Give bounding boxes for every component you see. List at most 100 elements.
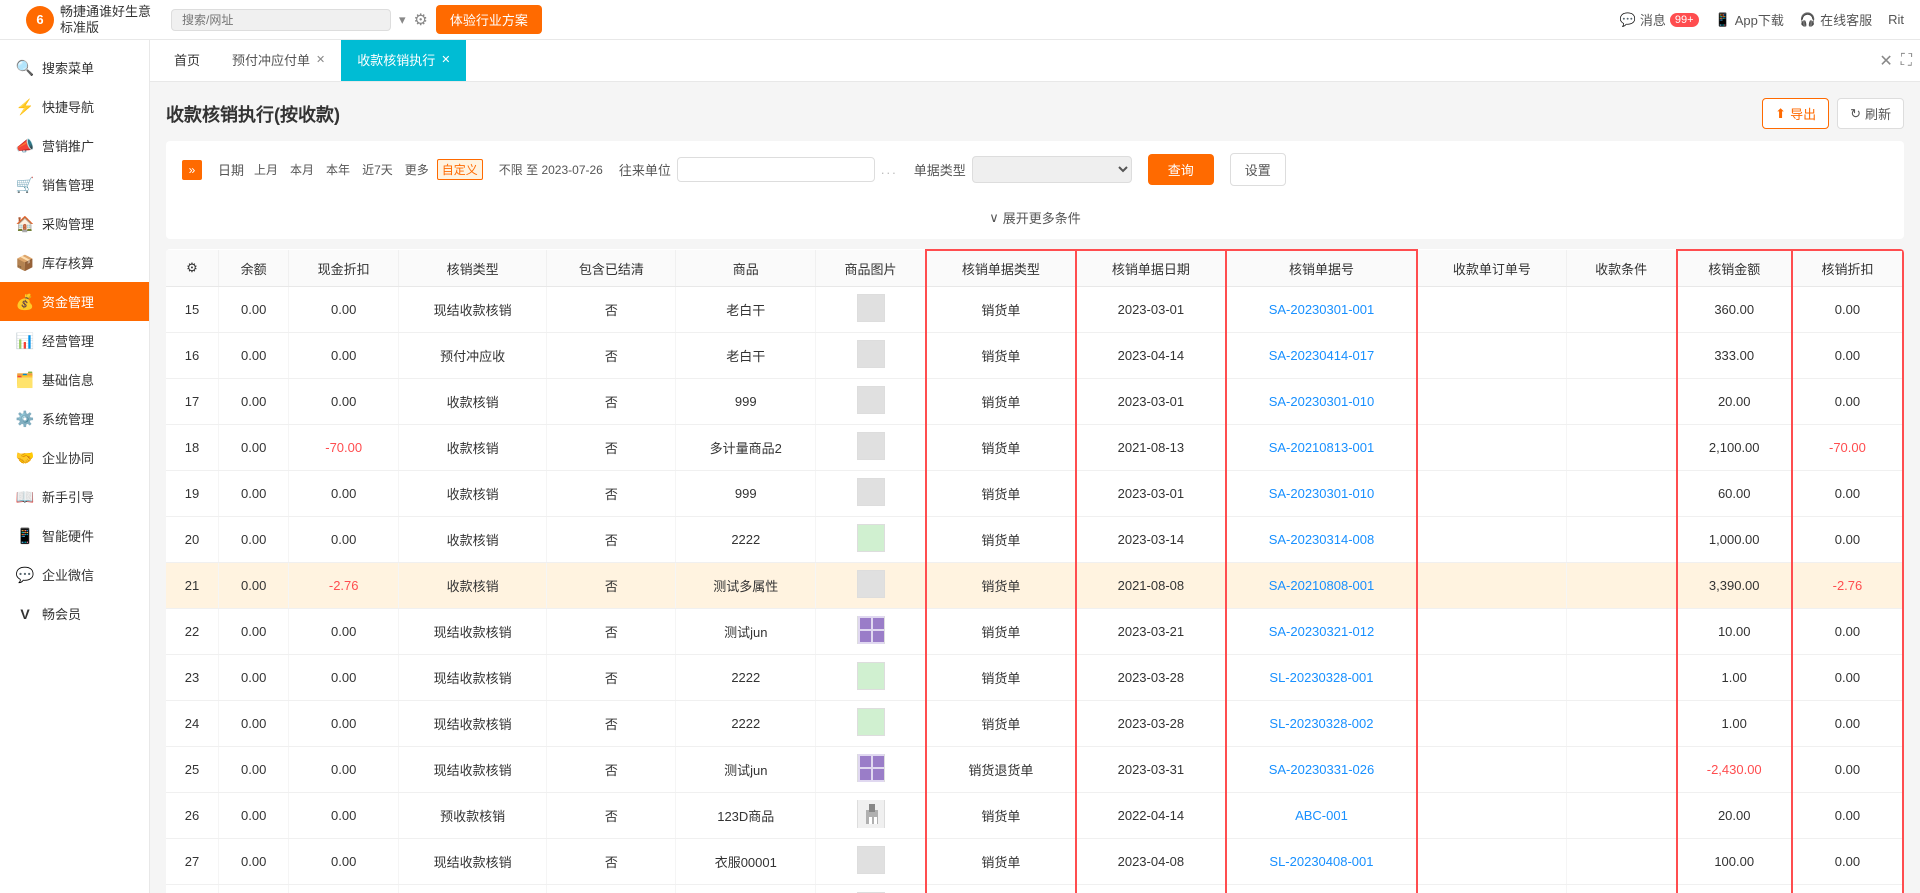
cancel-no-link[interactable]: SA-20230301-001	[1269, 302, 1375, 317]
app-download-button[interactable]: 📱 App下载	[1715, 10, 1784, 29]
cell-balance: 0.00	[218, 655, 289, 701]
sidebar-item-purchase[interactable]: 🏠 采购管理	[0, 204, 149, 243]
cancel-no-link[interactable]: SA-20230331-026	[1269, 762, 1375, 777]
sidebar-item-enterprise[interactable]: 🤝 企业协同	[0, 438, 149, 477]
tab-close-all-icon[interactable]: ✕	[1879, 51, 1892, 71]
cell-cancel-no[interactable]: SA-20230301-001	[1226, 287, 1417, 333]
cell-cancel-discount: 0.00	[1792, 885, 1903, 893]
cancel-no-link[interactable]: SL-20230328-002	[1269, 716, 1373, 731]
url-bar[interactable]	[171, 9, 391, 31]
tab-expand-icon[interactable]: ⛶	[1901, 52, 1912, 70]
search-icon: 🔍	[16, 59, 34, 77]
cell-cancel-no[interactable]: ABC-001	[1226, 793, 1417, 839]
cancel-no-link[interactable]: SA-20230414-017	[1269, 348, 1375, 363]
sidebar-item-marketing[interactable]: 📣 营销推广	[0, 126, 149, 165]
sidebar-item-system[interactable]: ⚙️ 系统管理	[0, 399, 149, 438]
cancel-no-link[interactable]: SA-20210813-001	[1269, 440, 1375, 455]
date-btn-7days[interactable]: 近7天	[358, 159, 397, 180]
user-label[interactable]: Rit	[1888, 12, 1904, 27]
export-button[interactable]: ⬆ 导出	[1762, 98, 1829, 129]
date-btn-this-year[interactable]: 本年	[322, 159, 354, 180]
cell-settled: 否	[547, 701, 676, 747]
cell-receipt-cond	[1566, 287, 1676, 333]
sidebar-item-label: 基础信息	[42, 370, 94, 389]
cell-cancel-type: 销货单	[926, 563, 1076, 609]
cell-cancel-no[interactable]: SA-20230301-010	[1226, 379, 1417, 425]
sidebar-item-base-info[interactable]: 🗂️ 基础信息	[0, 360, 149, 399]
date-btn-this-month[interactable]: 本月	[286, 159, 318, 180]
sidebar-item-search[interactable]: 🔍 搜索菜单	[0, 48, 149, 87]
industry-solution-button[interactable]: 体验行业方案	[436, 5, 542, 34]
sidebar-item-finance[interactable]: 💰 资金管理	[0, 282, 149, 321]
cancel-no-link[interactable]: SA-20230314-008	[1269, 532, 1375, 547]
cancel-no-link[interactable]: SL-20230408-001	[1269, 854, 1373, 869]
sidebar-item-wechat[interactable]: 💬 企业微信	[0, 555, 149, 594]
table-row: 19 0.00 0.00 收款核销 否 999 销货单 2023-03-01 S…	[166, 471, 1903, 517]
col-type-header: 核销类型	[398, 250, 546, 287]
cell-receipt-cond	[1566, 885, 1676, 893]
cell-type: 现结收款核销	[398, 839, 546, 885]
tab-prepay-close-icon[interactable]: ✕	[316, 53, 325, 66]
cell-receipt-cond	[1566, 379, 1676, 425]
party-filter-input[interactable]	[677, 157, 875, 182]
sidebar-item-quicknav[interactable]: ⚡ 快捷导航	[0, 87, 149, 126]
cell-cancel-no[interactable]: SA-20230414-017	[1226, 333, 1417, 379]
tab-home[interactable]: 首页	[158, 40, 216, 81]
filter-collapse-button[interactable]: »	[182, 160, 202, 180]
cell-no: 20	[166, 517, 218, 563]
cell-goods: 999	[676, 379, 816, 425]
settings-gear-button[interactable]: ⚙	[414, 10, 428, 30]
cell-cancel-no[interactable]: SL-20230408-001	[1226, 839, 1417, 885]
tab-receivable[interactable]: 收款核销执行 ✕	[341, 40, 466, 81]
refresh-button[interactable]: ↻ 刷新	[1837, 98, 1904, 129]
cell-cancel-amount: 60.00	[1677, 471, 1792, 517]
main-layout: 🔍 搜索菜单 ⚡ 快捷导航 📣 营销推广 🛒 销售管理 🏠 采购管理 📦 库存核…	[0, 40, 1920, 893]
cell-receipt-no	[1417, 425, 1566, 471]
cell-receipt-no	[1417, 333, 1566, 379]
cancel-no-link[interactable]: SA-20210808-001	[1269, 578, 1375, 593]
date-btn-custom[interactable]: 自定义	[437, 159, 483, 180]
expand-conditions-button[interactable]: ∨ 展开更多条件	[182, 204, 1888, 227]
messages-button[interactable]: 💬 消息 99+	[1620, 10, 1699, 29]
cancel-no-link[interactable]: ABC-001	[1295, 808, 1348, 823]
online-service-button[interactable]: 🎧 在线客服	[1800, 10, 1872, 29]
cell-cancel-discount: 0.00	[1792, 471, 1903, 517]
tab-prepay[interactable]: 预付冲应付单 ✕	[216, 40, 341, 81]
cell-cancel-no[interactable]: SL-20230418-001	[1226, 885, 1417, 893]
filter-settings-button[interactable]: 设置	[1230, 153, 1286, 186]
cell-cancel-no[interactable]: SL-20230328-001	[1226, 655, 1417, 701]
goods-thumbnail	[857, 846, 885, 874]
sidebar-item-guide[interactable]: 📖 新手引导	[0, 477, 149, 516]
cell-cancel-no[interactable]: SA-20230301-010	[1226, 471, 1417, 517]
cell-type: 现结收款核销	[398, 609, 546, 655]
tab-receivable-close-icon[interactable]: ✕	[441, 53, 450, 66]
query-button[interactable]: 查询	[1148, 154, 1214, 185]
date-btn-more[interactable]: 更多	[401, 159, 433, 180]
cell-cancel-no[interactable]: SA-20210808-001	[1226, 563, 1417, 609]
cell-cancel-date: 2023-03-28	[1076, 655, 1226, 701]
cell-cancel-no[interactable]: SA-20230321-012	[1226, 609, 1417, 655]
sidebar-item-sales[interactable]: 🛒 销售管理	[0, 165, 149, 204]
cell-cancel-no[interactable]: SA-20230331-026	[1226, 747, 1417, 793]
cell-cancel-no[interactable]: SL-20230328-002	[1226, 701, 1417, 747]
date-btn-last-month[interactable]: 上月	[250, 159, 282, 180]
sidebar-item-operations[interactable]: 📊 经营管理	[0, 321, 149, 360]
cell-cancel-type: 销货单	[926, 517, 1076, 563]
cancel-no-link[interactable]: SA-20230301-010	[1269, 486, 1375, 501]
sidebar-item-inventory[interactable]: 📦 库存核算	[0, 243, 149, 282]
col-settings-header[interactable]: ⚙	[166, 250, 218, 287]
sidebar-item-smart-hw[interactable]: 📱 智能硬件	[0, 516, 149, 555]
goods-thumbnail	[857, 386, 885, 414]
cancel-no-link[interactable]: SL-20230328-001	[1269, 670, 1373, 685]
cell-cancel-no[interactable]: SA-20210813-001	[1226, 425, 1417, 471]
doctype-filter-label: 单据类型	[914, 160, 966, 179]
sidebar-item-member[interactable]: V 畅会员	[0, 594, 149, 633]
cell-cancel-no[interactable]: SA-20230314-008	[1226, 517, 1417, 563]
cell-balance: 0.00	[218, 471, 289, 517]
cell-cancel-date: 2023-04-14	[1076, 333, 1226, 379]
doctype-filter-select[interactable]	[972, 156, 1132, 183]
cancel-no-link[interactable]: SA-20230321-012	[1269, 624, 1375, 639]
cancel-no-link[interactable]: SA-20230301-010	[1269, 394, 1375, 409]
cell-balance: 0.00	[218, 379, 289, 425]
cell-cash-discount: 0.00	[289, 885, 398, 893]
